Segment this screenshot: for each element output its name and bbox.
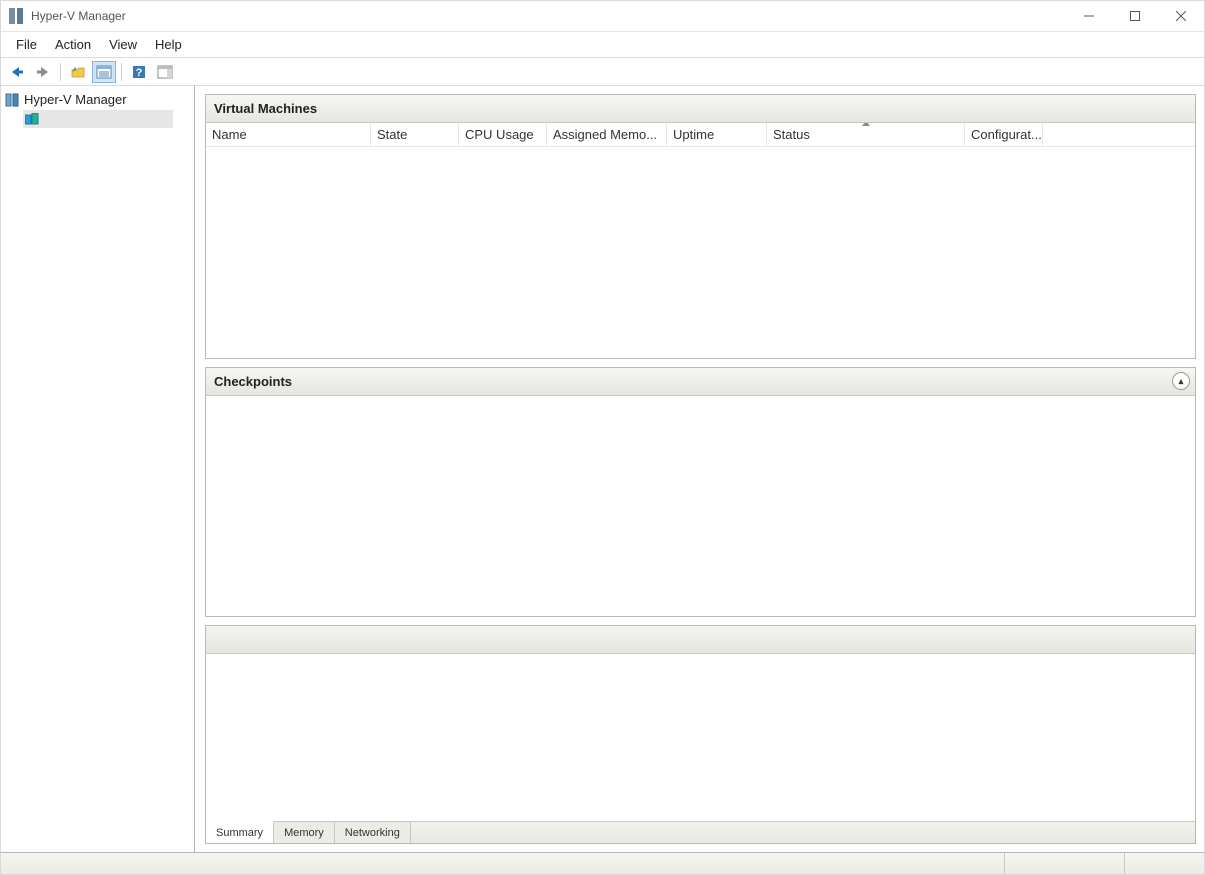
column-status[interactable]: Status — [767, 123, 965, 146]
chevron-up-icon: ▴ — [1179, 376, 1184, 387]
titlebar: Hyper-V Manager — [0, 0, 1205, 31]
menu-action[interactable]: Action — [46, 34, 100, 55]
host-icon — [25, 113, 39, 125]
svg-text:?: ? — [136, 67, 143, 79]
tree-pane: Hyper-V Manager — [1, 86, 195, 852]
vm-column-headers: Name State CPU Usage Assigned Memo... Up… — [206, 123, 1195, 147]
content-pane: Virtual Machines Name State CPU Usage As… — [195, 86, 1204, 852]
toolbar-separator — [121, 63, 122, 81]
checkpoints-title: Checkpoints — [214, 374, 292, 389]
tree-host-node[interactable] — [23, 110, 173, 128]
column-state[interactable]: State — [371, 123, 459, 146]
back-button[interactable] — [5, 61, 29, 83]
details-header — [206, 626, 1195, 654]
minimize-button[interactable] — [1066, 1, 1112, 31]
details-panel: Summary Memory Networking — [205, 625, 1196, 844]
statusbar — [0, 852, 1205, 875]
virtual-machines-title: Virtual Machines — [214, 101, 317, 116]
checkpoints-body[interactable] — [206, 396, 1195, 616]
details-tabs: Summary Memory Networking — [206, 821, 1195, 843]
column-uptime[interactable]: Uptime — [667, 123, 767, 146]
forward-button[interactable] — [31, 61, 55, 83]
column-configuration[interactable]: Configurat... — [965, 123, 1043, 146]
menu-help[interactable]: Help — [146, 34, 191, 55]
status-segment-main — [1, 853, 1004, 874]
show-hide-console-tree-button[interactable] — [66, 61, 90, 83]
status-segment-3 — [1124, 853, 1204, 874]
virtual-machines-header: Virtual Machines — [206, 95, 1195, 123]
menu-file[interactable]: File — [7, 34, 46, 55]
tab-summary[interactable]: Summary — [206, 821, 274, 843]
tree-root-hyperv-manager[interactable]: Hyper-V Manager — [3, 90, 192, 109]
collapse-button[interactable]: ▴ — [1172, 372, 1190, 390]
details-body — [206, 654, 1195, 821]
show-hide-action-pane-button[interactable] — [153, 61, 177, 83]
window-title: Hyper-V Manager — [31, 9, 126, 23]
checkpoints-panel: Checkpoints ▴ — [205, 367, 1196, 617]
virtual-machines-panel: Virtual Machines Name State CPU Usage As… — [205, 94, 1196, 359]
tree-root-label: Hyper-V Manager — [24, 92, 127, 107]
close-button[interactable] — [1158, 1, 1204, 31]
help-button[interactable]: ? — [127, 61, 151, 83]
toolbar-separator — [60, 63, 61, 81]
tab-networking[interactable]: Networking — [335, 822, 411, 843]
status-segment-2 — [1004, 853, 1124, 874]
menubar: File Action View Help — [0, 31, 1205, 58]
tab-memory[interactable]: Memory — [274, 822, 335, 843]
properties-button[interactable] — [92, 61, 116, 83]
checkpoints-header: Checkpoints ▴ — [206, 368, 1195, 396]
toolbar: ? — [0, 58, 1205, 86]
app-icon — [9, 8, 25, 24]
column-cpu-usage[interactable]: CPU Usage — [459, 123, 547, 146]
menu-view[interactable]: View — [100, 34, 146, 55]
column-name[interactable]: Name — [206, 123, 371, 146]
server-icon — [5, 93, 19, 107]
maximize-button[interactable] — [1112, 1, 1158, 31]
column-assigned-memory[interactable]: Assigned Memo... — [547, 123, 667, 146]
vm-list-body[interactable] — [206, 147, 1195, 358]
